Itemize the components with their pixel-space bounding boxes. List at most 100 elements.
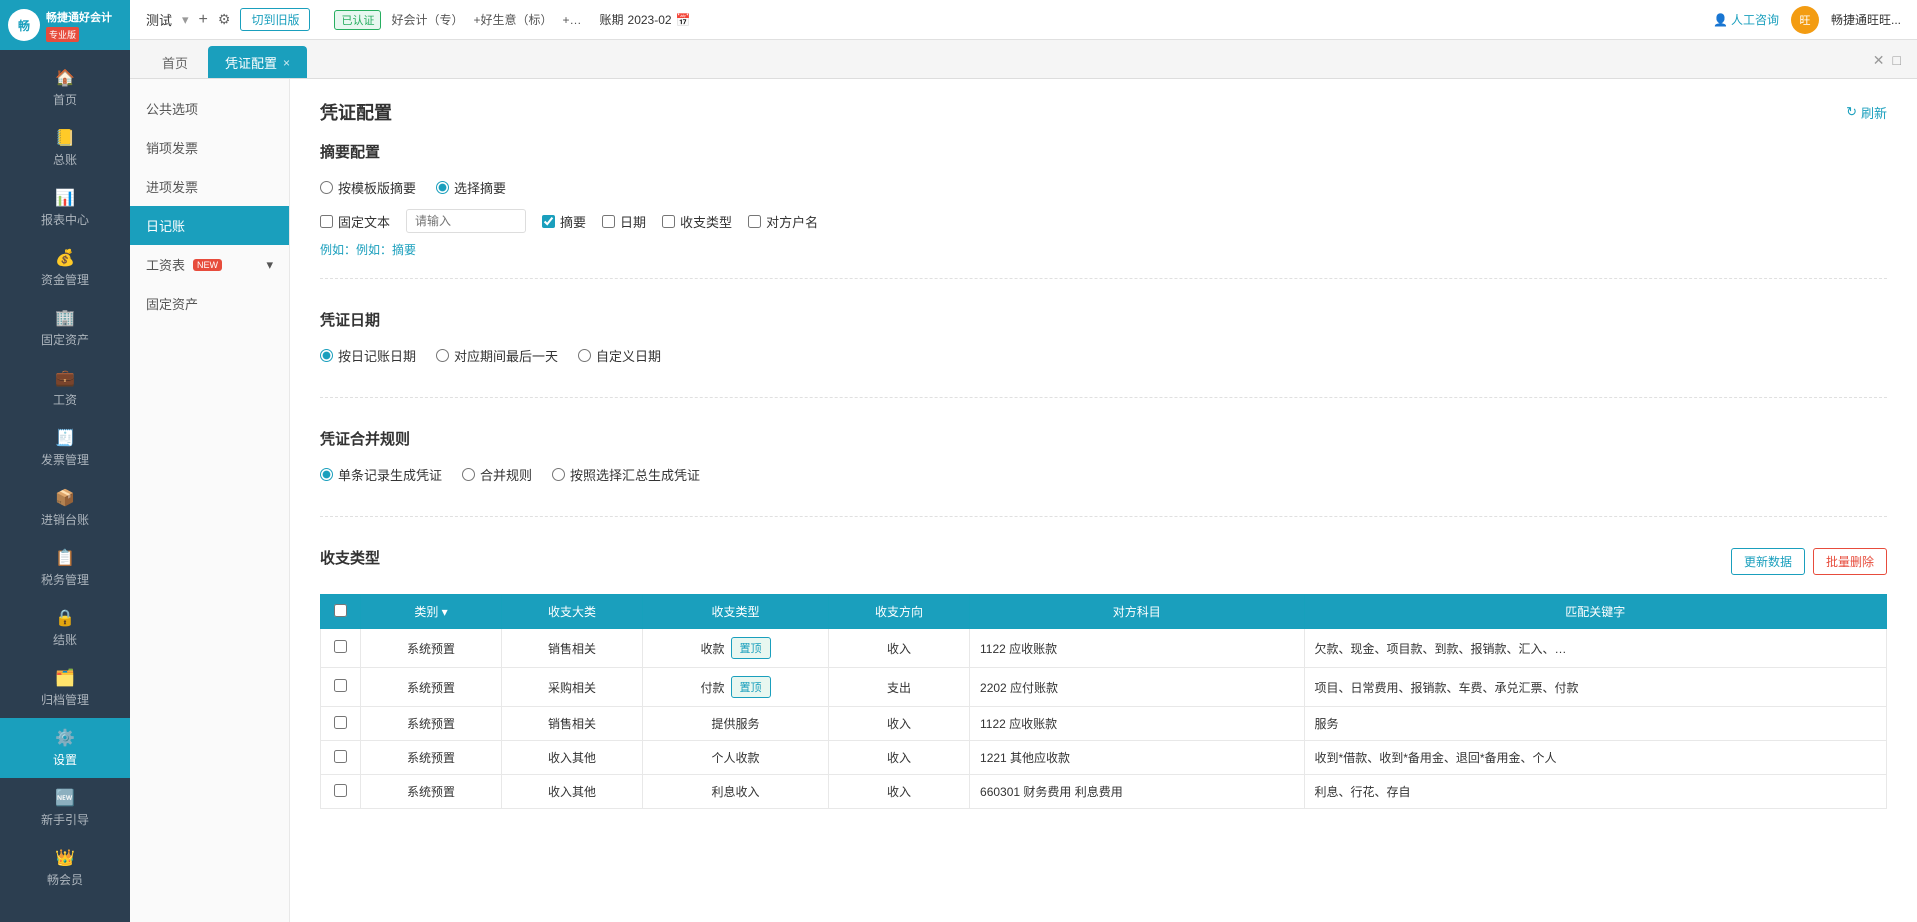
summary-radio-group: 按模板版摘要 选择摘要 <box>320 178 1887 197</box>
refresh-icon: ↻ <box>1846 104 1857 120</box>
summary-template-radio[interactable]: 按模板版摘要 <box>320 178 416 197</box>
left-nav-sales[interactable]: 销项发票 <box>130 128 289 167</box>
income-expense-table: 类别 ▾ 收支大类 收支类型 收支方向 对方科目 匹配关键字 系统预置 销售相关… <box>320 594 1887 809</box>
category-cell: 系统预置 <box>361 668 502 707</box>
topbar-dropdown-icon[interactable]: ▾ <box>182 12 189 28</box>
table-row: 系统预置 收入其他 个人收款 收入 1221 其他应收款 收到*借款、收到*备用… <box>321 741 1887 775</box>
refresh-button[interactable]: ↻ 刷新 <box>1846 103 1887 122</box>
table-row: 系统预置 销售相关 收款 置顶 收入 1122 应收账款 欠款、现金、项目款、到… <box>321 629 1887 668</box>
keywords-cell: 利息、行花、存自 <box>1304 775 1886 809</box>
date-checkbox[interactable]: 日期 <box>602 212 646 231</box>
top-tag-button[interactable]: 置顶 <box>731 676 771 698</box>
single-record-radio[interactable]: 单条记录生成凭证 <box>320 465 442 484</box>
sidebar-item-guide[interactable]: 🆕 新手引导 <box>0 778 130 838</box>
sidebar-item-funds[interactable]: 💰 资金管理 <box>0 238 130 298</box>
sidebar-item-purchasing[interactable]: 📦 进销台账 <box>0 478 130 538</box>
tab-home[interactable]: 首页 <box>146 46 204 78</box>
support-button[interactable]: 👤 人工咨询 <box>1713 11 1779 28</box>
window-close-button[interactable]: ✕ <box>1873 52 1885 69</box>
topbar-right: 👤 人工咨询 旺 畅捷通旺旺... <box>1713 6 1901 34</box>
subject-cell: 1122 应收账款 <box>970 629 1305 668</box>
ledger-icon: 📒 <box>55 128 75 148</box>
left-nav-journal[interactable]: 日记账 <box>130 206 289 245</box>
reports-icon: 📊 <box>55 188 75 208</box>
top-tag-button[interactable]: 置顶 <box>731 637 771 659</box>
table-row: 系统预置 采购相关 付款 置顶 支出 2202 应付账款 项目、日常费用、报销款… <box>321 668 1887 707</box>
type-cell: 利息收入 <box>643 775 829 809</box>
left-nav-purchase[interactable]: 进项发票 <box>130 167 289 206</box>
calendar-icon[interactable]: 📅 <box>676 13 691 27</box>
keywords-cell: 服务 <box>1304 707 1886 741</box>
col-subject: 对方科目 <box>970 595 1305 629</box>
fixed-text-input[interactable] <box>406 209 526 233</box>
summary-gen-radio[interactable]: 按照选择汇总生成凭证 <box>552 465 700 484</box>
sidebar-item-ledger[interactable]: 📒 总账 <box>0 118 130 178</box>
row-checkbox-cell <box>321 629 361 668</box>
custom-date-radio[interactable]: 自定义日期 <box>578 346 661 365</box>
row-checkbox[interactable] <box>334 716 347 729</box>
row-checkbox[interactable] <box>334 640 347 653</box>
subject-cell: 2202 应付账款 <box>970 668 1305 707</box>
topbar-add-button[interactable]: + <box>199 11 208 29</box>
table-row: 系统预置 收入其他 利息收入 收入 660301 财务费用 利息费用 利息、行花… <box>321 775 1887 809</box>
table-actions: 更新数据 批量删除 <box>1731 548 1887 575</box>
sidebar-item-salary[interactable]: 💼 工资 <box>0 358 130 418</box>
type-checkbox[interactable]: 收支类型 <box>662 212 732 231</box>
topbar-tag2: +好生意（标） <box>473 11 552 28</box>
update-data-button[interactable]: 更新数据 <box>1731 548 1805 575</box>
guide-icon: 🆕 <box>55 788 75 808</box>
summary-select-radio[interactable]: 选择摘要 <box>436 178 506 197</box>
topbar-settings-icon[interactable]: ⚙ <box>218 11 231 28</box>
row-checkbox[interactable] <box>334 784 347 797</box>
sidebar-nav: 🏠 首页 📒 总账 📊 报表中心 💰 资金管理 🏢 固定资产 💼 工资 🧾 发票… <box>0 50 130 922</box>
left-nav-payroll[interactable]: 工资表 NEW ▾ <box>130 245 289 284</box>
col-category: 类别 ▾ <box>361 595 502 629</box>
select-all-checkbox[interactable] <box>334 604 347 617</box>
income-expense-title: 收支类型 <box>320 547 380 568</box>
type-cell: 个人收款 <box>643 741 829 775</box>
tab-close-icon[interactable]: × <box>283 56 290 70</box>
sidebar-item-settings[interactable]: ⚙️ 设置 <box>0 718 130 778</box>
content-area: 公共选项 销项发票 进项发票 日记账 工资表 NEW ▾ 固定资产 <box>130 79 1917 922</box>
expand-icon: ▾ <box>266 257 273 273</box>
row-checkbox-cell <box>321 707 361 741</box>
sidebar-item-close[interactable]: 🔒 结账 <box>0 598 130 658</box>
sidebar-item-tax[interactable]: 📋 税务管理 <box>0 538 130 598</box>
version-switch-button[interactable]: 切到旧版 <box>240 8 310 31</box>
journal-date-radio[interactable]: 按日记账日期 <box>320 346 416 365</box>
category-cell: 系统预置 <box>361 775 502 809</box>
fixed-text-checkbox[interactable]: 固定文本 <box>320 212 390 231</box>
left-nav-public[interactable]: 公共选项 <box>130 89 289 128</box>
window-maximize-button[interactable]: □ <box>1893 52 1901 68</box>
sidebar-item-member[interactable]: 👑 畅会员 <box>0 838 130 898</box>
user-name: 畅捷通旺旺... <box>1831 11 1901 28</box>
user-avatar: 旺 <box>1791 6 1819 34</box>
type-cell: 收款 置顶 <box>643 629 829 668</box>
left-nav-fixed-assets[interactable]: 固定资产 <box>130 284 289 323</box>
batch-delete-button[interactable]: 批量删除 <box>1813 548 1887 575</box>
row-checkbox[interactable] <box>334 679 347 692</box>
merge-rule-radio[interactable]: 合并规则 <box>462 465 532 484</box>
sidebar-item-archive[interactable]: 🗂️ 归档管理 <box>0 658 130 718</box>
category-cell: 系统预置 <box>361 741 502 775</box>
sidebar-logo: 畅 畅捷通好会计 专业版 <box>0 0 130 50</box>
archive-icon: 🗂️ <box>55 668 75 688</box>
summary-checkbox[interactable]: 摘要 <box>542 212 586 231</box>
example-text: 例如：例如：摘要 <box>320 241 1887 258</box>
summary-checkbox-row: 固定文本 摘要 日期 收支类型 <box>320 209 1887 233</box>
purchasing-icon: 📦 <box>55 488 75 508</box>
sidebar: 畅 畅捷通好会计 专业版 🏠 首页 📒 总账 📊 报表中心 💰 资金管理 🏢 固… <box>0 0 130 922</box>
type-cell: 提供服务 <box>643 707 829 741</box>
tab-voucher-config[interactable]: 凭证配置 × <box>208 46 307 78</box>
sidebar-item-assets[interactable]: 🏢 固定资产 <box>0 298 130 358</box>
row-checkbox[interactable] <box>334 750 347 763</box>
table-row: 系统预置 销售相关 提供服务 收入 1122 应收账款 服务 <box>321 707 1887 741</box>
sidebar-item-invoice[interactable]: 🧾 发票管理 <box>0 418 130 478</box>
subject-cell: 1221 其他应收款 <box>970 741 1305 775</box>
counterparty-checkbox[interactable]: 对方户名 <box>748 212 818 231</box>
period-last-radio[interactable]: 对应期间最后一天 <box>436 346 558 365</box>
sidebar-item-home[interactable]: 🏠 首页 <box>0 58 130 118</box>
member-icon: 👑 <box>55 848 75 868</box>
sidebar-item-reports[interactable]: 📊 报表中心 <box>0 178 130 238</box>
col-type: 收支类型 <box>643 595 829 629</box>
